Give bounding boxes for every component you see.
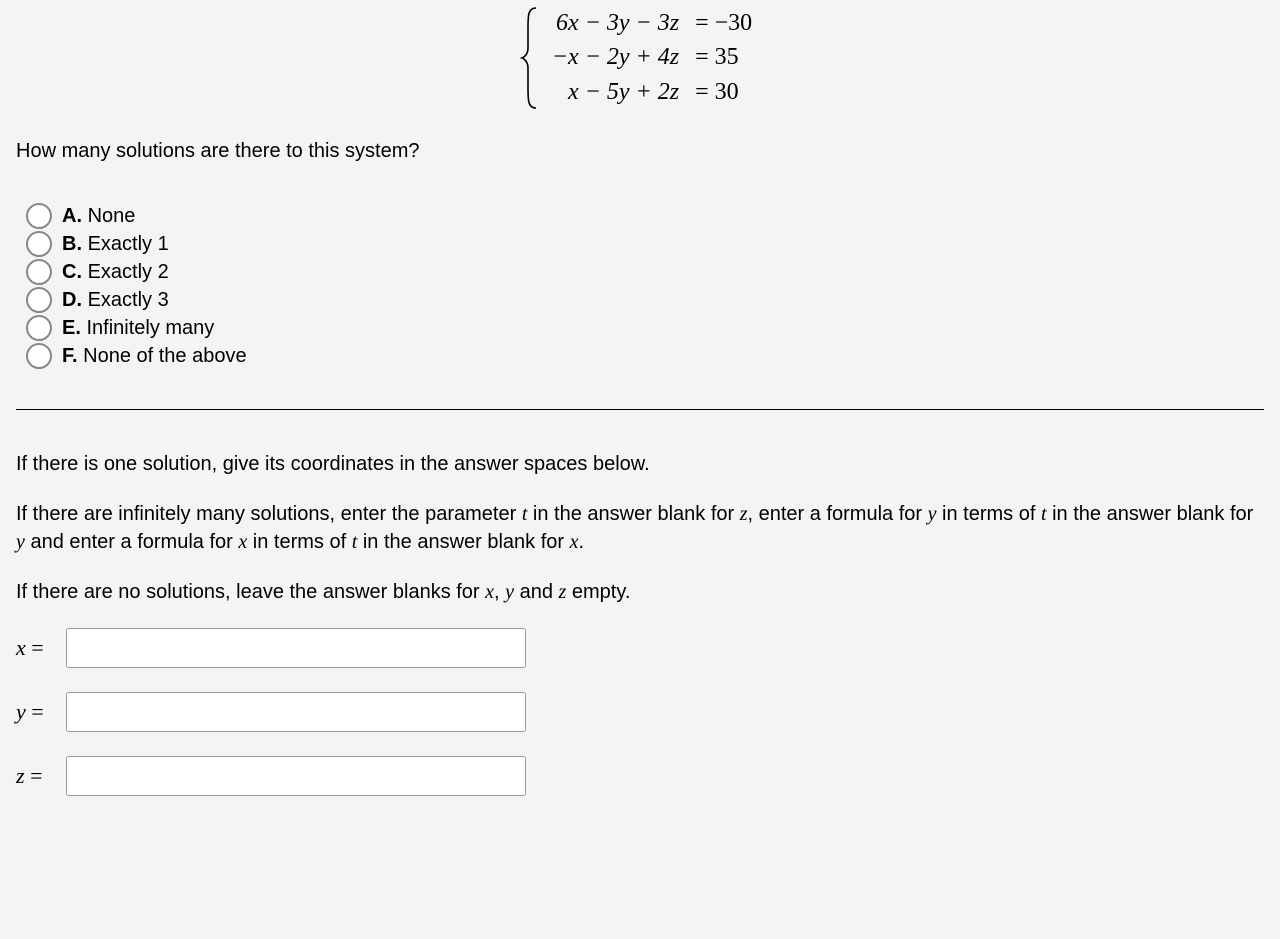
- answer-row-z: z =: [16, 756, 1264, 796]
- radio-e[interactable]: [26, 315, 52, 341]
- question-prompt: How many solutions are there to this sys…: [16, 140, 1264, 163]
- section-divider: [16, 409, 1264, 410]
- instruction-no-solutions: If there are no solutions, leave the ans…: [16, 578, 1264, 606]
- option-e[interactable]: E. Infinitely many: [26, 315, 1264, 341]
- radio-a[interactable]: [26, 203, 52, 229]
- y-label: y =: [16, 699, 66, 725]
- instruction-one-solution: If there is one solution, give its coord…: [16, 450, 1264, 478]
- z-input[interactable]: [66, 756, 526, 796]
- eq1-lhs: 6x − 3y − 3z: [556, 10, 679, 36]
- eq3-rhs: = 30: [687, 75, 760, 110]
- option-a[interactable]: A. None: [26, 203, 1264, 229]
- left-brace-icon: [520, 6, 540, 110]
- option-d[interactable]: D. Exactly 3: [26, 287, 1264, 313]
- equation-system: 6x − 3y − 3z = −30 −x − 2y + 4z = 35 x −…: [16, 6, 1264, 110]
- option-b[interactable]: B. Exactly 1: [26, 231, 1264, 257]
- answer-row-y: y =: [16, 692, 1264, 732]
- eq1-rhs: = −30: [687, 6, 760, 41]
- z-label: z =: [16, 763, 66, 789]
- radio-b[interactable]: [26, 231, 52, 257]
- radio-c[interactable]: [26, 259, 52, 285]
- instructions: If there is one solution, give its coord…: [16, 450, 1264, 606]
- radio-f[interactable]: [26, 343, 52, 369]
- eq2-rhs: = 35: [687, 41, 760, 76]
- options-group: A. None B. Exactly 1 C. Exactly 2 D. Exa…: [26, 203, 1264, 369]
- option-f[interactable]: F. None of the above: [26, 343, 1264, 369]
- radio-d[interactable]: [26, 287, 52, 313]
- y-input[interactable]: [66, 692, 526, 732]
- option-c[interactable]: C. Exactly 2: [26, 259, 1264, 285]
- question-container: 6x − 3y − 3z = −30 −x − 2y + 4z = 35 x −…: [0, 6, 1280, 812]
- x-input[interactable]: [66, 628, 526, 668]
- eq3-lhs: x − 5y + 2z: [568, 79, 679, 105]
- eq2-lhs: −x − 2y + 4z: [552, 44, 679, 70]
- instruction-infinite-solutions: If there are infinitely many solutions, …: [16, 500, 1264, 556]
- answer-row-x: x =: [16, 628, 1264, 668]
- x-label: x =: [16, 635, 66, 661]
